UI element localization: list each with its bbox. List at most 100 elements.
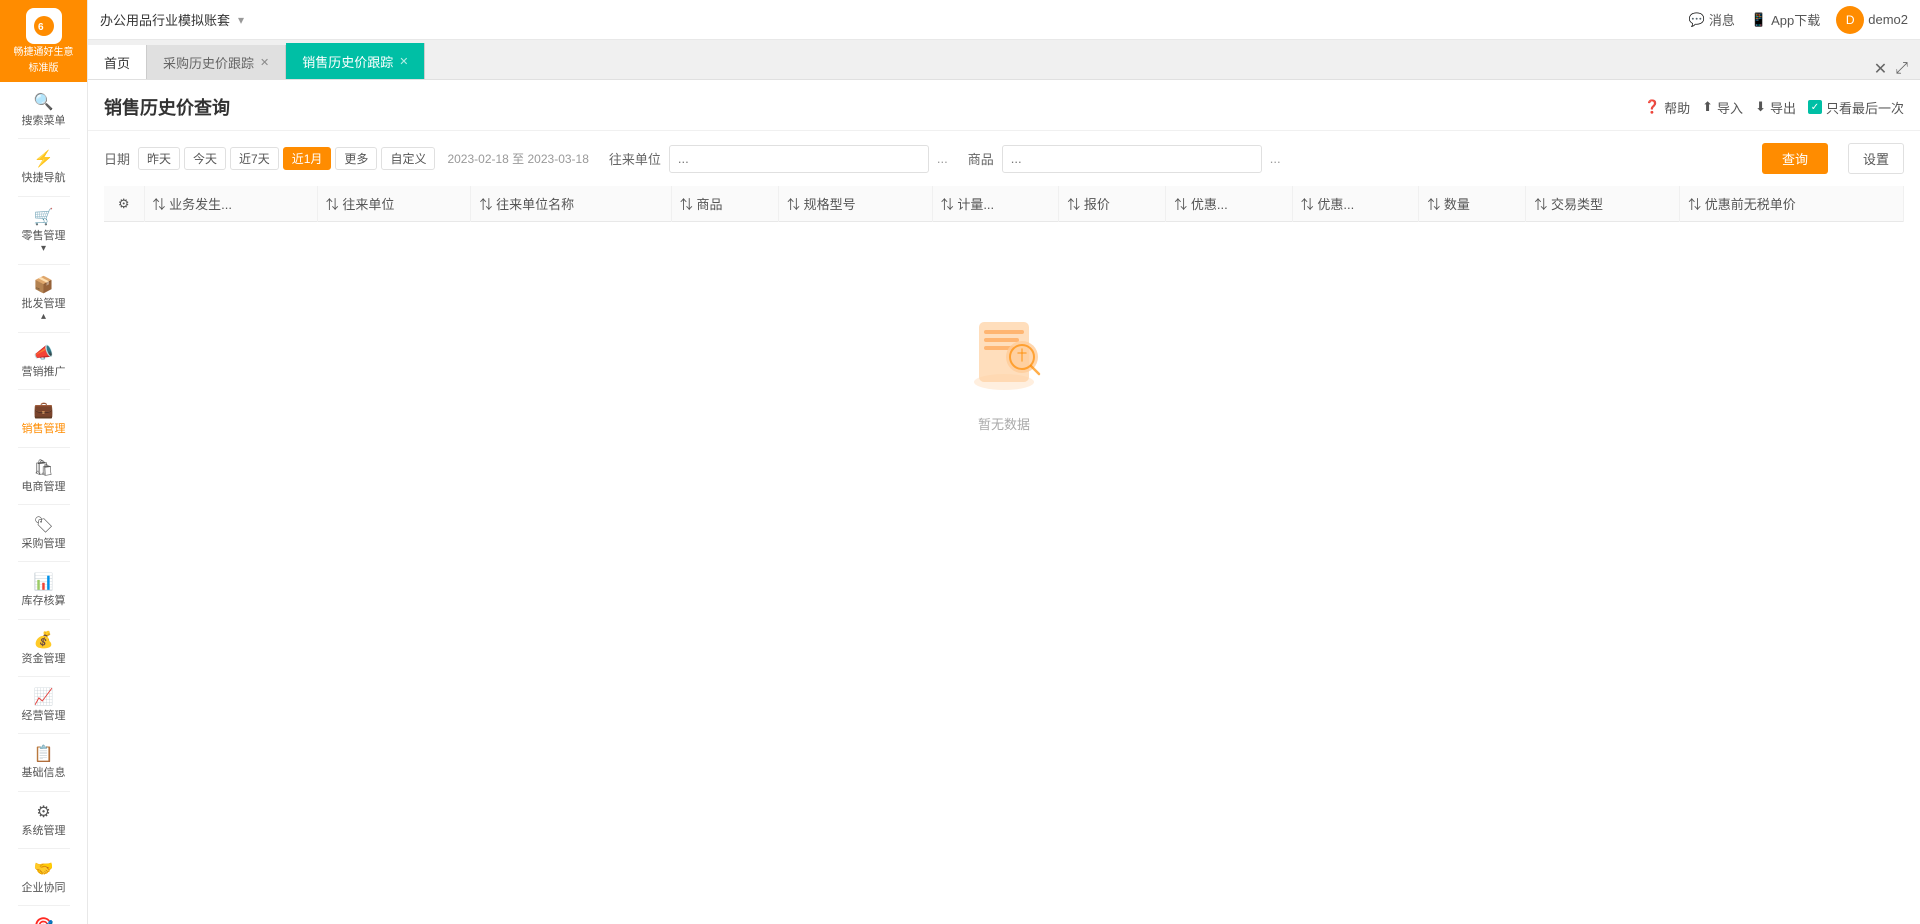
col-sort-partner_name[interactable]: ⇅ 往来单位名称	[479, 194, 574, 213]
close-tab-sales-history[interactable]: ✕	[399, 55, 408, 68]
date-option-0[interactable]: 昨天	[138, 147, 180, 170]
col-header-unit[interactable]: ⇅ 计量...	[932, 186, 1059, 222]
sidebar-item-basic-info[interactable]: 📋 基础信息	[18, 734, 70, 791]
col-sort-quantity[interactable]: ⇅ 数量	[1427, 194, 1470, 213]
sidebar-item-enterprise-coop[interactable]: 🤝 企业协同	[18, 849, 70, 906]
query-button[interactable]: 查询	[1762, 143, 1828, 174]
dropdown-icon[interactable]: ▾	[238, 13, 244, 27]
sidebar-item-sales-mgmt[interactable]: 💼 销售管理	[18, 390, 70, 447]
sidebar-item-purchase-mgmt[interactable]: 🏷 采购管理	[18, 505, 70, 562]
topbar: 办公用品行业模拟账套 ▾ 💬 消息 📱 App下载 D demo2	[88, 0, 1920, 40]
sidebar-item-search-menu[interactable]: 🔍 搜索菜单	[18, 82, 70, 139]
close-tab-btn[interactable]: ✕	[1874, 59, 1887, 79]
date-range-text: 2023-02-18 至 2023-03-18	[447, 150, 588, 167]
app-download-btn[interactable]: 📱 App下载	[1751, 10, 1820, 29]
export-btn[interactable]: ⬇ 导出	[1755, 98, 1796, 117]
col-sort-trade_type[interactable]: ⇅ 交易类型	[1534, 194, 1603, 213]
sidebar-item-wholesale-mgmt[interactable]: 📦 批发管理 ▴	[18, 265, 70, 333]
col-sort-discount2[interactable]: ⇅ 优惠...	[1301, 194, 1354, 213]
date-filter-label: 日期	[104, 149, 130, 168]
col-header-spec[interactable]: ⇅ 规格型号	[778, 186, 932, 222]
sidebar-item-finance-mgmt[interactable]: 💰 资金管理	[18, 620, 70, 677]
user-info[interactable]: D demo2	[1836, 6, 1908, 34]
quick-nav-icon: ⚡	[34, 149, 54, 169]
product-input[interactable]	[1002, 145, 1262, 173]
col-sort-unit[interactable]: ⇅ 计量...	[941, 194, 994, 213]
message-icon: 💬	[1689, 12, 1705, 28]
phone-icon: 📱	[1751, 12, 1767, 28]
date-option-1[interactable]: 今天	[184, 147, 226, 170]
col-header-partner_name[interactable]: ⇅ 往来单位名称	[471, 186, 671, 222]
col-sort-spec[interactable]: ⇅ 规格型号	[787, 194, 856, 213]
main-area: 办公用品行业模拟账套 ▾ 💬 消息 📱 App下载 D demo2 首页 采购历…	[88, 0, 1920, 924]
sidebar-item-ecommerce-mgmt[interactable]: 🛍 电商管理	[18, 448, 70, 505]
sidebar-item-system-mgmt[interactable]: ⚙ 系统管理	[18, 792, 70, 849]
app-version: 标准版	[29, 59, 59, 74]
inventory-mgmt-label: 库存核算	[22, 594, 66, 608]
sidebar: 6 畅捷通好生意 标准版 🔍 搜索菜单 ⚡ 快捷导航 🛒 零售管理 ▾ 📦 批发…	[0, 0, 88, 924]
table-container: ⚙ ⇅ 业务发生... ⇅ 往来单位 ⇅ 往来单位名称 ⇅ 商品 ⇅ 规格型号 ⇅ 计量..…	[88, 186, 1920, 513]
topbar-title: 办公用品行业模拟账套	[100, 10, 230, 29]
settings-col-icon[interactable]: ⚙	[118, 196, 130, 211]
tabbar: 首页 采购历史价跟踪 ✕ 销售历史价跟踪 ✕ ✕ ⤢	[88, 40, 1920, 80]
settings-button[interactable]: 设置	[1848, 143, 1904, 174]
col-header-product[interactable]: ⇅ 商品	[671, 186, 778, 222]
help-icon: ❓	[1644, 99, 1660, 115]
ops-mgmt-label: 经营管理	[22, 709, 66, 723]
only-last-checkbox[interactable]: ✓ 只看最后一次	[1808, 98, 1904, 117]
empty-state: 暂无数据	[104, 222, 1904, 513]
col-header-quantity[interactable]: ⇅ 数量	[1419, 186, 1526, 222]
col-header-pre_tax_price[interactable]: ⇅ 优惠前无税单价	[1680, 186, 1904, 222]
col-sort-pre_tax_price[interactable]: ⇅ 优惠前无税单价	[1688, 194, 1796, 213]
col-header-biz_date[interactable]: ⇅ 业务发生...	[144, 186, 317, 222]
search-menu-label: 搜索菜单	[22, 114, 66, 128]
finance-mgmt-icon: 💰	[34, 630, 54, 650]
page-actions: ❓ 帮助 ⬆ 导入 ⬇ 导出 ✓ 只看最后一次	[1644, 98, 1904, 117]
col-sort-product[interactable]: ⇅ 商品	[680, 194, 723, 213]
import-btn[interactable]: ⬆ 导入	[1702, 98, 1743, 117]
svg-text:6: 6	[38, 22, 44, 33]
checkbox-checked-icon: ✓	[1808, 100, 1822, 114]
tab-sales-history[interactable]: 销售历史价跟踪 ✕	[286, 43, 425, 79]
basic-info-icon: 📋	[34, 744, 54, 764]
new-guide-icon: 🎯	[34, 916, 54, 924]
col-header-quote_price[interactable]: ⇅ 报价	[1059, 186, 1166, 222]
message-btn[interactable]: 💬 消息	[1689, 10, 1735, 29]
tab-purchase-history[interactable]: 采购历史价跟踪 ✕	[147, 45, 286, 79]
help-btn[interactable]: ❓ 帮助	[1644, 98, 1690, 117]
date-option-5[interactable]: 自定义	[381, 147, 435, 170]
marketing-label: 营销推广	[22, 365, 66, 379]
close-tab-purchase-history[interactable]: ✕	[260, 56, 269, 69]
col-sort-biz_date[interactable]: ⇅ 业务发生...	[153, 194, 232, 213]
col-sort-discount1[interactable]: ⇅ 优惠...	[1174, 194, 1227, 213]
tab-label-purchase-history: 采购历史价跟踪	[163, 53, 254, 72]
basic-info-label: 基础信息	[22, 766, 66, 780]
partner-input[interactable]	[669, 145, 929, 173]
col-header-discount1[interactable]: ⇅ 优惠...	[1166, 186, 1293, 222]
date-option-3[interactable]: 近1月	[283, 147, 332, 170]
sidebar-item-new-guide[interactable]: 🎯 新手引导	[18, 906, 70, 924]
tab-home[interactable]: 首页	[88, 45, 147, 79]
col-sort-partner_code[interactable]: ⇅ 往来单位	[326, 194, 395, 213]
expand-btn[interactable]: ⤢	[1895, 60, 1908, 78]
col-header-trade_type[interactable]: ⇅ 交易类型	[1526, 186, 1680, 222]
sidebar-item-marketing[interactable]: 📣 营销推广	[18, 333, 70, 390]
product-dots[interactable]: ...	[1270, 151, 1281, 166]
sidebar-item-quick-nav[interactable]: ⚡ 快捷导航	[18, 139, 70, 196]
col-header-partner_code[interactable]: ⇅ 往来单位	[317, 186, 471, 222]
col-sort-quote_price[interactable]: ⇅ 报价	[1067, 194, 1110, 213]
export-icon: ⬇	[1755, 99, 1766, 115]
sidebar-item-retail-mgmt[interactable]: 🛒 零售管理 ▾	[18, 197, 70, 265]
partner-dots[interactable]: ...	[937, 151, 948, 166]
date-option-2[interactable]: 近7天	[230, 147, 279, 170]
topbar-left: 办公用品行业模拟账套 ▾	[100, 10, 1689, 29]
sidebar-item-ops-mgmt[interactable]: 📈 经营管理	[18, 677, 70, 734]
col-header-discount2[interactable]: ⇅ 优惠...	[1292, 186, 1419, 222]
sidebar-item-inventory-mgmt[interactable]: 📊 库存核算	[18, 562, 70, 619]
data-table: ⚙ ⇅ 业务发生... ⇅ 往来单位 ⇅ 往来单位名称 ⇅ 商品 ⇅ 规格型号 ⇅ 计量..…	[104, 186, 1904, 222]
avatar: D	[1836, 6, 1864, 34]
enterprise-coop-icon: 🤝	[34, 859, 54, 879]
date-option-4[interactable]: 更多	[335, 147, 377, 170]
app-logo[interactable]: 6 畅捷通好生意 标准版	[0, 0, 87, 82]
wholesale-mgmt-icon: 📦	[34, 275, 54, 295]
